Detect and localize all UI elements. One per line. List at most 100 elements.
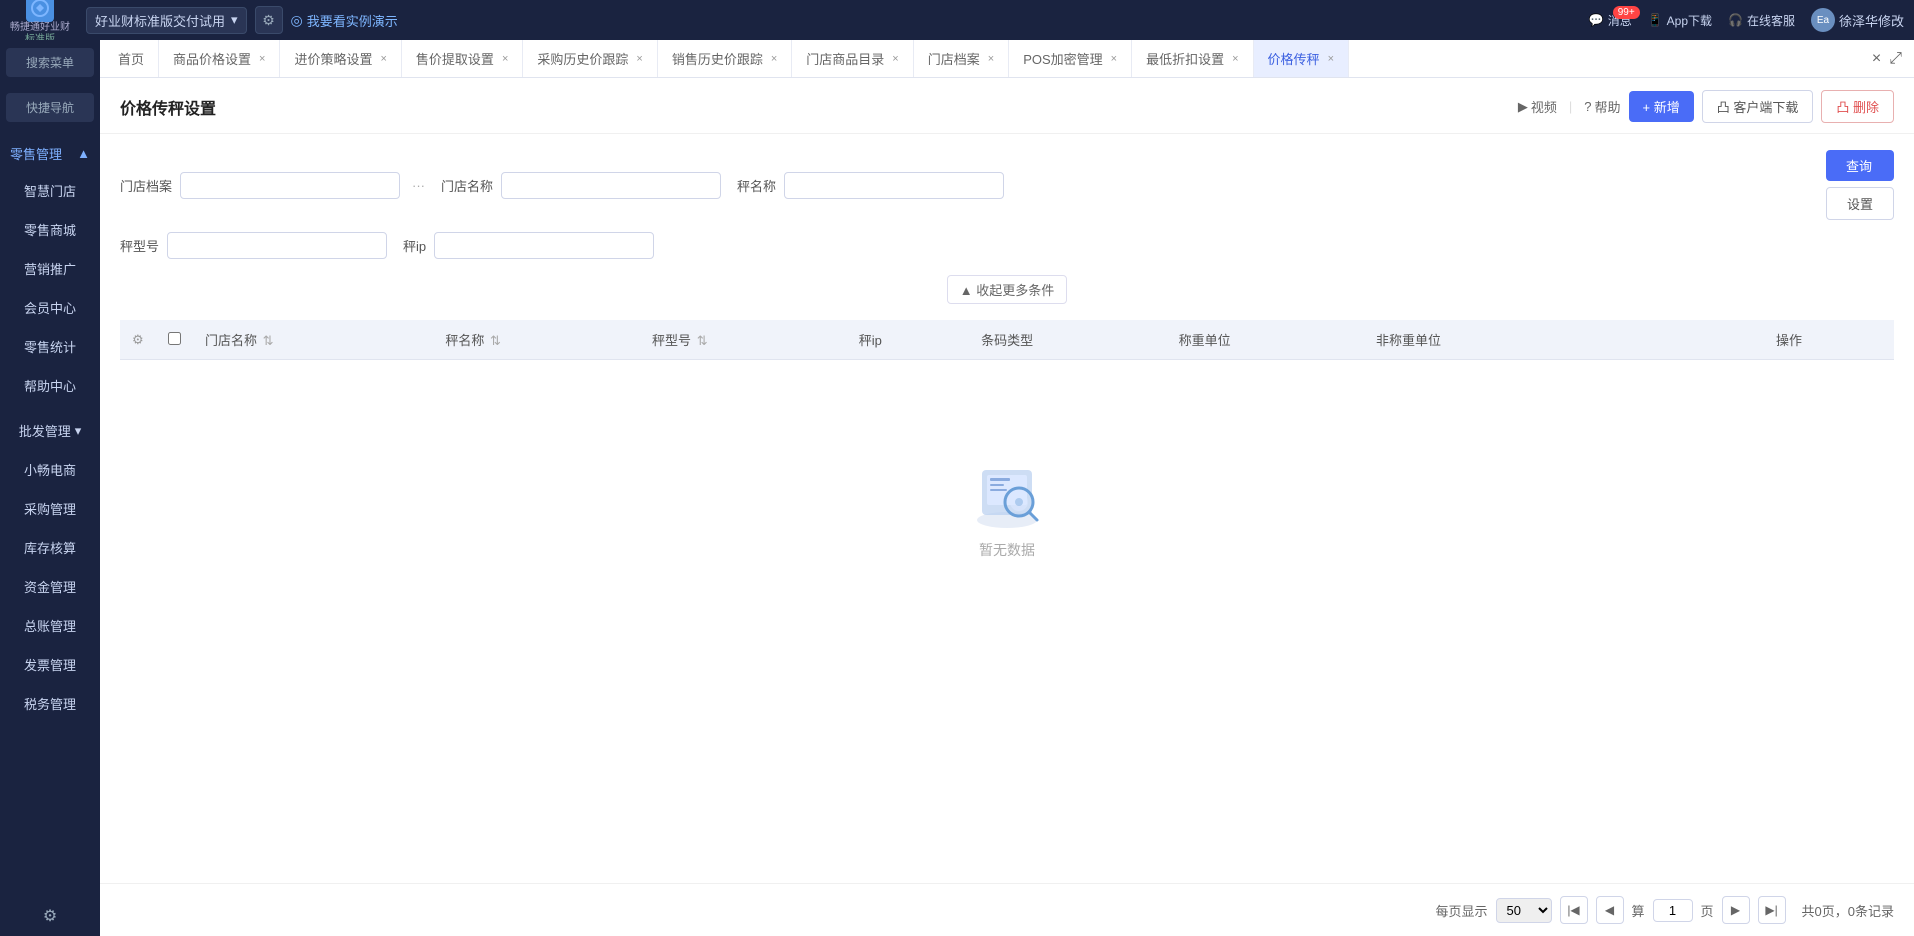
sort-icon[interactable]: ⇅ xyxy=(263,333,274,348)
separator: | xyxy=(1569,99,1572,114)
table-header-barcode-type: 条码类型 xyxy=(969,320,1166,360)
sidebar-item-invoice[interactable]: 发票管理 xyxy=(0,645,100,684)
select-all-checkbox[interactable] xyxy=(168,332,181,345)
close-icon[interactable]: × xyxy=(1328,53,1334,65)
tab-price-settings[interactable]: 商品价格设置 × xyxy=(159,40,280,78)
add-button[interactable]: + 新增 xyxy=(1629,91,1694,122)
sidebar-item-help-center[interactable]: 帮助中心 xyxy=(0,366,100,405)
prev-page-button[interactable]: ◀ xyxy=(1596,896,1624,924)
sidebar-item-retail-management[interactable]: 零售管理 ▲ xyxy=(0,136,100,171)
tab-purchase-strategy[interactable]: 进价策略设置 × xyxy=(280,40,401,78)
search-menu-button[interactable]: 搜索菜单 xyxy=(6,48,94,77)
page-actions: ▶ 视频 | ? 帮助 + 新增 凸 客户端下载 凸 删除 xyxy=(1518,90,1894,123)
non-weight-unit-col-label: 非称重单位 xyxy=(1376,333,1441,348)
tab-sales-history[interactable]: 销售历史价跟踪 × xyxy=(658,40,792,78)
settings-button[interactable]: 设置 xyxy=(1826,187,1894,220)
tab-purchase-history[interactable]: 采购历史价跟踪 × xyxy=(523,40,657,78)
scale-name-col-label: 秤名称 xyxy=(445,333,484,348)
gear-icon[interactable]: ⚙ xyxy=(132,332,144,347)
store-name-label: 门店名称 xyxy=(441,176,493,195)
retail-management-label: 零售管理 xyxy=(10,144,62,163)
page-title: 价格传秤设置 xyxy=(120,95,216,119)
sort-icon[interactable]: ⇅ xyxy=(490,333,501,348)
store-name-col-label: 门店名称 xyxy=(205,333,257,348)
close-icon[interactable]: × xyxy=(1111,53,1117,65)
tab-home-label: 首页 xyxy=(118,49,144,68)
filter-area: 门店档案 ··· 门店名称 秤名称 查询 设置 xyxy=(100,134,1914,320)
delete-button[interactable]: 凸 删除 xyxy=(1821,90,1894,123)
store-archive-input[interactable] xyxy=(180,172,400,199)
sidebar-item-purchase[interactable]: 采购管理 xyxy=(0,489,100,528)
sidebar-item-members[interactable]: 会员中心 xyxy=(0,288,100,327)
last-page-button[interactable]: ▶| xyxy=(1758,896,1786,924)
sidebar-item-retail-stats[interactable]: 零售统计 xyxy=(0,327,100,366)
version-selector[interactable]: 好业财标准版交付试用 ▾ xyxy=(86,7,247,34)
sidebar-retail-section: 零售管理 ▲ 智慧门店 零售商城 营销推广 会员中心 零售统计 帮助中心 xyxy=(0,130,100,411)
tab-sale-price[interactable]: 售价提取设置 × xyxy=(402,40,523,78)
data-table: ⚙ 门店名称 ⇅ 秤名称 ⇅ xyxy=(120,320,1894,360)
close-tab-button[interactable]: × xyxy=(1872,50,1881,68)
topbar-settings-button[interactable]: ⚙ xyxy=(255,6,283,34)
video-link[interactable]: ▶ 视频 xyxy=(1518,97,1557,116)
collapse-filter-button[interactable]: ▲ 收起更多条件 xyxy=(947,275,1067,304)
tab-price-scale[interactable]: 价格传秤 × xyxy=(1254,40,1349,78)
client-download-button[interactable]: 凸 客户端下载 xyxy=(1702,90,1814,123)
filter-store-archive: 门店档案 ··· xyxy=(120,172,425,199)
scale-ip-input[interactable] xyxy=(434,232,654,259)
sidebar-item-inventory[interactable]: 库存核算 xyxy=(0,528,100,567)
sidebar-settings-icon[interactable]: ⚙ xyxy=(43,906,57,926)
chevron-down-icon: ▾ xyxy=(231,12,238,28)
next-page-button[interactable]: ▶ xyxy=(1722,896,1750,924)
close-icon[interactable]: × xyxy=(636,53,642,65)
close-icon[interactable]: × xyxy=(1232,53,1238,65)
app-download-button[interactable]: 📱 App下载 xyxy=(1648,12,1712,29)
sidebar-item-wholesale[interactable]: 批发管理 ▾ xyxy=(0,411,100,450)
demo-circle-icon: ◎ xyxy=(291,12,303,29)
online-service-button[interactable]: 🎧 在线客服 xyxy=(1728,12,1795,29)
tab-store-catalog[interactable]: 门店商品目录 × xyxy=(792,40,913,78)
headset-icon: 🎧 xyxy=(1728,13,1743,27)
page-number-input[interactable] xyxy=(1653,899,1693,922)
close-icon[interactable]: × xyxy=(502,53,508,65)
logo-icon xyxy=(26,0,54,22)
expand-tab-button[interactable]: ⤢ xyxy=(1889,50,1902,68)
sort-icon[interactable]: ⇅ xyxy=(697,333,708,348)
scale-name-input[interactable] xyxy=(784,172,1004,199)
per-page-select[interactable]: 50 10 20 100 xyxy=(1496,898,1552,923)
tab-min-discount[interactable]: 最低折扣设置 × xyxy=(1132,40,1253,78)
query-button[interactable]: 查询 xyxy=(1826,150,1894,181)
close-icon[interactable]: × xyxy=(380,53,386,65)
table-header-operation: 操作 xyxy=(1764,320,1894,360)
first-page-button[interactable]: |◀ xyxy=(1560,896,1588,924)
sidebar-item-general-ledger[interactable]: 总账管理 xyxy=(0,606,100,645)
store-name-input[interactable] xyxy=(501,172,721,199)
notifications-button[interactable]: 💬 消息 99+ xyxy=(1589,12,1632,29)
close-icon[interactable]: × xyxy=(892,53,898,65)
close-icon[interactable]: × xyxy=(259,53,265,65)
empty-text: 暂无数据 xyxy=(979,540,1035,560)
sidebar-quicknav-section: 快捷导航 xyxy=(0,85,100,130)
tab-store-catalog-label: 门店商品目录 xyxy=(806,49,884,68)
demo-link[interactable]: ◎ 我要看实例演示 xyxy=(291,11,398,30)
sidebar-item-finance[interactable]: 资金管理 xyxy=(0,567,100,606)
ellipsis-icon[interactable]: ··· xyxy=(412,178,425,193)
sidebar-item-smart-store[interactable]: 智慧门店 xyxy=(0,171,100,210)
sidebar-item-retail-mall[interactable]: 零售商城 xyxy=(0,210,100,249)
per-page-label: 每页显示 xyxy=(1435,901,1487,920)
app-download-label: App下载 xyxy=(1667,12,1712,29)
quick-nav-button[interactable]: 快捷导航 xyxy=(6,93,94,122)
sidebar-item-marketing[interactable]: 营销推广 xyxy=(0,249,100,288)
scale-model-input[interactable] xyxy=(167,232,387,259)
tab-store-profile[interactable]: 门店档案 × xyxy=(914,40,1009,78)
user-info[interactable]: Ea 徐泽华修改 xyxy=(1811,8,1904,32)
tab-price-settings-label: 商品价格设置 xyxy=(173,49,251,68)
filter-scale-name: 秤名称 xyxy=(737,172,1004,199)
close-icon[interactable]: × xyxy=(988,53,994,65)
sidebar-item-tax[interactable]: 税务管理 xyxy=(0,684,100,723)
tab-home[interactable]: 首页 xyxy=(104,40,159,78)
help-link[interactable]: ? 帮助 xyxy=(1584,97,1620,116)
tab-pos-encrypt[interactable]: POS加密管理 × xyxy=(1009,40,1132,78)
close-icon[interactable]: × xyxy=(771,53,777,65)
table-header-weight-unit: 称重单位 xyxy=(1167,320,1364,360)
sidebar-item-ecommerce[interactable]: 小畅电商 xyxy=(0,450,100,489)
